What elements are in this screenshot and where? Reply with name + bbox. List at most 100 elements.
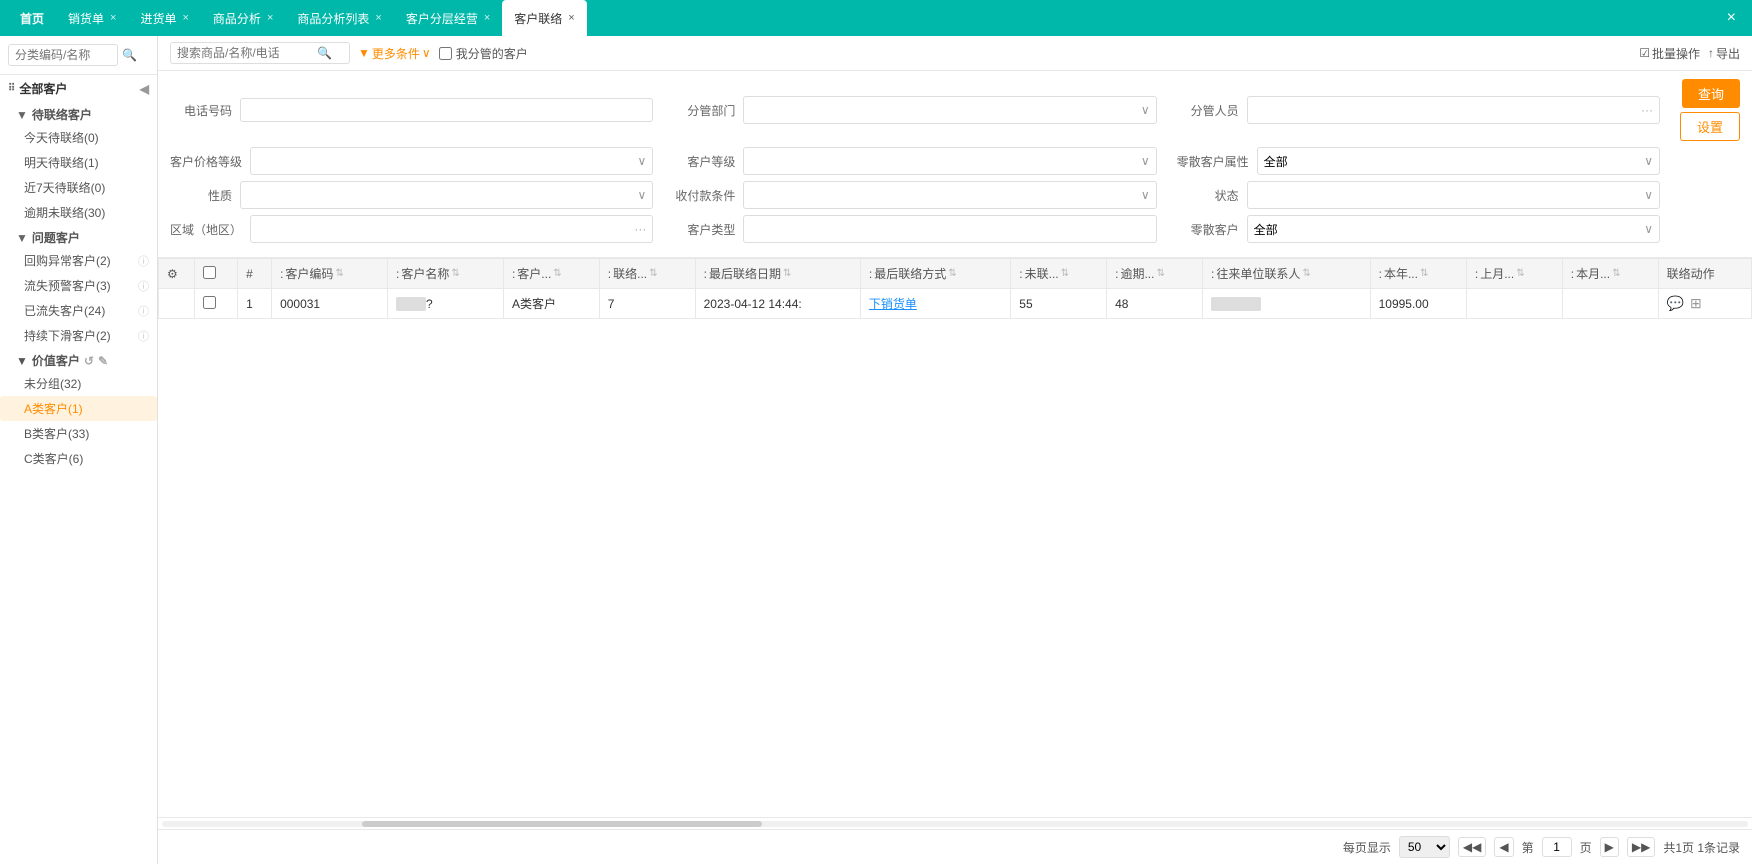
nav-tab-sales-close[interactable]: × <box>110 12 116 24</box>
sidebar-category-pending[interactable]: ▼ 待联络客户 <box>0 102 157 125</box>
filter-dropdown-retail-attr[interactable]: 全部 ∨ <box>1257 147 1660 175</box>
sort-icon-name: ⇅ <box>451 268 459 279</box>
table-select-all-checkbox[interactable] <box>203 266 216 279</box>
settings-button[interactable]: 设置 <box>1680 112 1740 141</box>
sort-icon-last-date: ⇅ <box>783 268 791 279</box>
table-col-last-month[interactable]: : 上月... ⇅ <box>1466 259 1562 289</box>
export-button[interactable]: ↑ 导出 <box>1708 45 1740 62</box>
sidebar-item-unclassified[interactable]: 未分组(32) <box>0 371 157 396</box>
chevron-down-retail-attr-icon: ∨ <box>1644 154 1653 168</box>
qr-icon[interactable]: ⊞ <box>1690 295 1702 312</box>
nav-tab-goods-analysis[interactable]: 商品分析 × <box>201 0 285 36</box>
page-size-select[interactable]: 50 100 200 <box>1399 836 1450 858</box>
table-col-contact-count[interactable]: : 联络... ⇅ <box>599 259 695 289</box>
table-col-last-date[interactable]: : 最后联络日期 ⇅ <box>695 259 860 289</box>
filter-dropdown-customer-type[interactable] <box>743 215 1156 243</box>
table-col-type[interactable]: : 客户... ⇅ <box>503 259 599 289</box>
sidebar-item-class-a[interactable]: A类客户(1) <box>0 396 157 421</box>
filter-label-dept: 分管部门 <box>673 102 743 119</box>
sidebar-collapse-button[interactable]: ◀ <box>140 82 149 96</box>
sidebar-value-refresh-icon[interactable]: ↺ <box>84 354 94 368</box>
filter-dropdown-region[interactable]: ··· <box>250 215 653 243</box>
my-customers-checkbox[interactable] <box>439 47 452 60</box>
filter-dropdown-status[interactable]: ∨ <box>1247 181 1660 209</box>
sidebar-item-tomorrow-pending[interactable]: 明天待联络(1) <box>0 150 157 175</box>
last-method-link[interactable]: 下销货单 <box>869 297 917 311</box>
filter-input-phone[interactable] <box>240 98 653 122</box>
nav-close-all-button[interactable]: × <box>1719 9 1744 27</box>
filter-bar: 🔍 ▼ 更多条件 ∨ 我分管的客户 ☑ 批量操作 ↑ 导出 <box>158 36 1752 71</box>
filter-cell-phone: 电话号码 <box>170 96 653 124</box>
dots-more-region-icon: ··· <box>634 222 646 236</box>
table-cell-index: 1 <box>238 289 272 319</box>
prev-page-button[interactable]: ◀ <box>1494 837 1513 857</box>
sort-icon-contact-person: ⇅ <box>1302 268 1310 279</box>
table-col-contact-person[interactable]: : 往来单位联系人 ⇅ <box>1202 259 1370 289</box>
table-col-last-method[interactable]: : 最后联络方式 ⇅ <box>860 259 1010 289</box>
sidebar-item-repurchase-abnormal[interactable]: 回购异常客户(2) ⓘ <box>0 248 157 273</box>
page-size-label: 每页显示 <box>1343 839 1391 856</box>
last-page-button[interactable]: ▶▶ <box>1627 837 1655 857</box>
filter-dropdown-person[interactable]: ··· <box>1247 96 1660 124</box>
filter-dropdown-nature[interactable]: ∨ <box>240 181 653 209</box>
nav-tab-customer-segment-close[interactable]: × <box>484 12 490 24</box>
filter-dropdown-price-level[interactable]: ∨ <box>250 147 653 175</box>
table-cell-last-month <box>1466 289 1562 319</box>
sidebar-item-churned[interactable]: 已流失客户(24) ⓘ <box>0 298 157 323</box>
nav-tab-goods-list[interactable]: 商品分析列表 × <box>285 0 393 36</box>
sidebar-item-week-pending[interactable]: 近7天待联络(0) <box>0 175 157 200</box>
table-col-code[interactable]: : 客户编码 ⇅ <box>272 259 388 289</box>
table-col-name[interactable]: : 客户名称 ⇅ <box>388 259 504 289</box>
sidebar-item-today-pending[interactable]: 今天待联络(0) <box>0 125 157 150</box>
nav-tab-purchase[interactable]: 进货单 × <box>128 0 200 36</box>
table-cell-year-amount: 10995.00 <box>1370 289 1466 319</box>
sidebar-all-customers-header[interactable]: ⠿ 全部客户 ◀ <box>0 75 157 102</box>
sidebar-item-class-b[interactable]: B类客户(33) <box>0 421 157 446</box>
table-col-gear[interactable]: ⚙ <box>159 259 195 289</box>
sidebar-item-churn-warning[interactable]: 流失预警客户(3) ⓘ <box>0 273 157 298</box>
more-conditions-label: 更多条件 <box>372 45 420 62</box>
filter-label-status: 状态 <box>1177 187 1247 204</box>
table-container: ⚙ # : 客户编码 ⇅ : 客户名称 ⇅ : 客户... ⇅ : 联络... … <box>158 258 1752 817</box>
nav-tab-goods-list-close[interactable]: × <box>375 12 381 24</box>
sidebar-search-icon[interactable]: 🔍 <box>122 48 137 62</box>
page-number-input[interactable] <box>1542 837 1572 857</box>
nav-tab-sales[interactable]: 销货单 × <box>56 0 128 36</box>
sidebar-search-input[interactable] <box>8 44 118 66</box>
table-col-checkbox <box>195 259 238 289</box>
chat-icon[interactable]: 💬 <box>1667 295 1684 312</box>
nav-tab-purchase-label: 进货单 <box>140 10 176 27</box>
batch-op-button[interactable]: ☑ 批量操作 <box>1639 45 1700 62</box>
search-button-icon[interactable]: 🔍 <box>317 46 332 60</box>
nav-tab-customer-contact-close[interactable]: × <box>568 12 574 24</box>
table-cell-last-method[interactable]: 下销货单 <box>860 289 1010 319</box>
sidebar-item-declining[interactable]: 持续下滑客户(2) ⓘ <box>0 323 157 348</box>
filter-dropdown-dept[interactable]: ∨ <box>743 96 1156 124</box>
table-col-not-contact[interactable]: : 未联... ⇅ <box>1011 259 1107 289</box>
nav-tab-goods-analysis-close[interactable]: × <box>267 12 273 24</box>
nav-tab-home[interactable]: 首页 <box>8 0 56 36</box>
sidebar-category-value[interactable]: ▼ 价值客户 ↺ ✎ <box>0 348 157 371</box>
table-col-this-month[interactable]: : 本月... ⇅ <box>1562 259 1658 289</box>
row-checkbox[interactable] <box>203 296 216 309</box>
filter-dropdown-retail-customer[interactable]: 全部 ∨ <box>1247 215 1660 243</box>
nav-tab-purchase-close[interactable]: × <box>182 12 188 24</box>
sidebar-value-edit-icon[interactable]: ✎ <box>98 354 108 368</box>
sidebar-item-overdue-pending[interactable]: 逾期未联络(30) <box>0 200 157 225</box>
nav-tab-customer-segment[interactable]: 客户分层经营 × <box>394 0 502 36</box>
more-conditions-button[interactable]: ▼ 更多条件 ∨ <box>358 45 431 62</box>
filter-label-phone: 电话号码 <box>170 102 240 119</box>
nav-tab-customer-contact[interactable]: 客户联络 × <box>502 0 586 36</box>
export-icon: ↑ <box>1708 46 1714 60</box>
scrollbar-thumb[interactable] <box>362 821 762 827</box>
query-button[interactable]: 查询 <box>1682 79 1740 108</box>
sidebar-category-problem[interactable]: ▼ 问题客户 <box>0 225 157 248</box>
next-page-button[interactable]: ▶ <box>1600 837 1619 857</box>
first-page-button[interactable]: ◀◀ <box>1458 837 1486 857</box>
table-col-overdue[interactable]: : 逾期... ⇅ <box>1107 259 1203 289</box>
filter-dropdown-customer-level[interactable]: ∨ <box>743 147 1156 175</box>
search-input[interactable] <box>177 46 317 60</box>
table-col-year-amount[interactable]: : 本年... ⇅ <box>1370 259 1466 289</box>
sidebar-item-class-c[interactable]: C类客户(6) <box>0 446 157 471</box>
filter-dropdown-payment[interactable]: ∨ <box>743 181 1156 209</box>
